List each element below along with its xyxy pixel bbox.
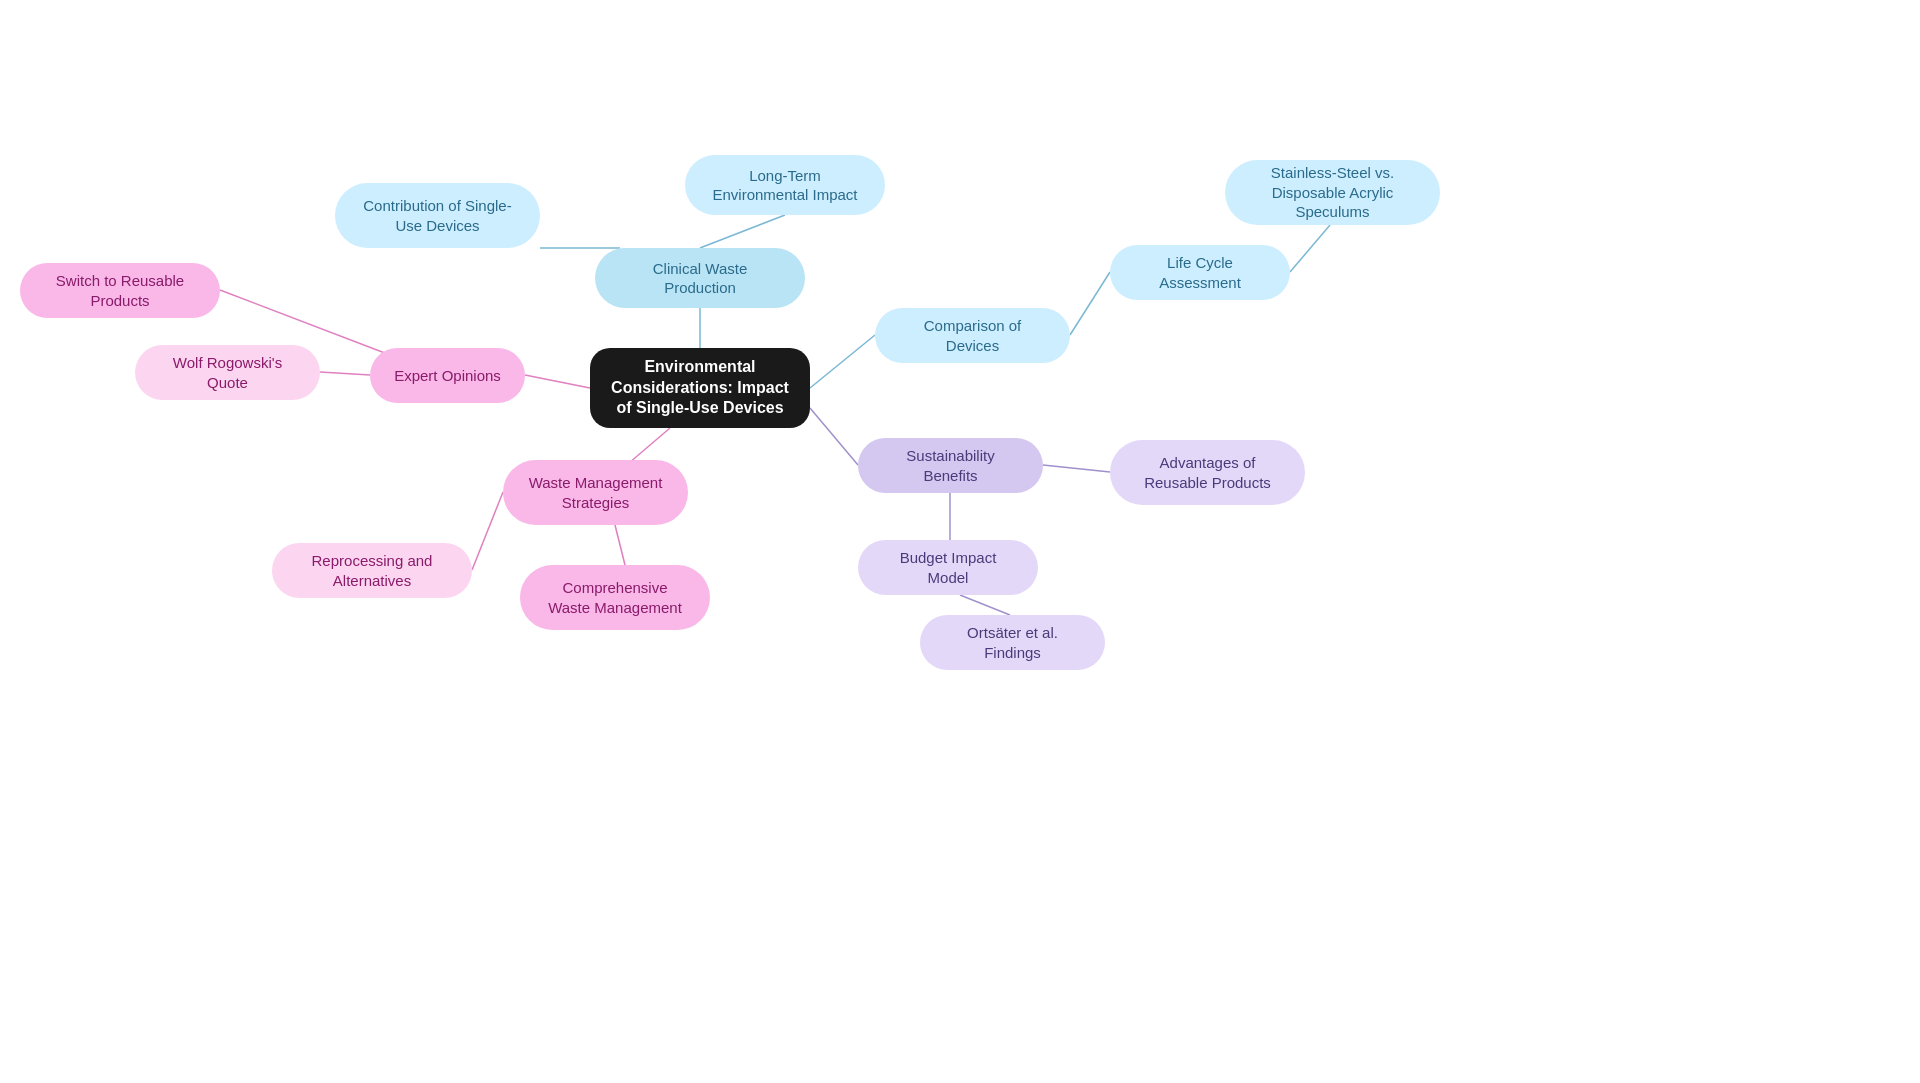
comparison-node[interactable]: Comparison of Devices: [875, 308, 1070, 363]
advantages-label: Advantages of Reusable Products: [1130, 453, 1285, 492]
sustainability-node[interactable]: Sustainability Benefits: [858, 438, 1043, 493]
waste-mgmt-label: Waste Management Strategies: [523, 473, 668, 512]
reprocessing-label: Reprocessing and Alternatives: [292, 551, 452, 590]
expert-label: Expert Opinions: [394, 366, 501, 386]
lifecycle-node[interactable]: Life Cycle Assessment: [1110, 245, 1290, 300]
ortsater-node[interactable]: Ortsäter et al. Findings: [920, 615, 1105, 670]
contribution-node[interactable]: Contribution of Single-Use Devices: [335, 183, 540, 248]
contribution-label: Contribution of Single-Use Devices: [355, 196, 520, 235]
sustainability-label: Sustainability Benefits: [878, 446, 1023, 485]
reprocessing-node[interactable]: Reprocessing and Alternatives: [272, 543, 472, 598]
budget-label: Budget Impact Model: [878, 548, 1018, 587]
comprehensive-node[interactable]: Comprehensive Waste Management: [520, 565, 710, 630]
long-term-label: Long-Term Environmental Impact: [705, 166, 865, 205]
clinical-waste-label: Clinical Waste Production: [615, 259, 785, 298]
wolf-node[interactable]: Wolf Rogowski's Quote: [135, 345, 320, 400]
lifecycle-label: Life Cycle Assessment: [1130, 253, 1270, 292]
comprehensive-label: Comprehensive Waste Management: [540, 578, 690, 617]
expert-node[interactable]: Expert Opinions: [370, 348, 525, 403]
center-node[interactable]: Environmental Considerations: Impact of …: [590, 348, 810, 428]
switch-node[interactable]: Switch to Reusable Products: [20, 263, 220, 318]
stainless-label: Stainless-Steel vs. Disposable Acrylic S…: [1245, 163, 1420, 222]
advantages-node[interactable]: Advantages of Reusable Products: [1110, 440, 1305, 505]
long-term-node[interactable]: Long-Term Environmental Impact: [685, 155, 885, 215]
wolf-label: Wolf Rogowski's Quote: [155, 353, 300, 392]
comparison-label: Comparison of Devices: [895, 316, 1050, 355]
budget-node[interactable]: Budget Impact Model: [858, 540, 1038, 595]
clinical-waste-node[interactable]: Clinical Waste Production: [595, 248, 805, 308]
ortsater-label: Ortsäter et al. Findings: [940, 623, 1085, 662]
switch-label: Switch to Reusable Products: [40, 271, 200, 310]
stainless-node[interactable]: Stainless-Steel vs. Disposable Acrylic S…: [1225, 160, 1440, 225]
waste-mgmt-node[interactable]: Waste Management Strategies: [503, 460, 688, 525]
